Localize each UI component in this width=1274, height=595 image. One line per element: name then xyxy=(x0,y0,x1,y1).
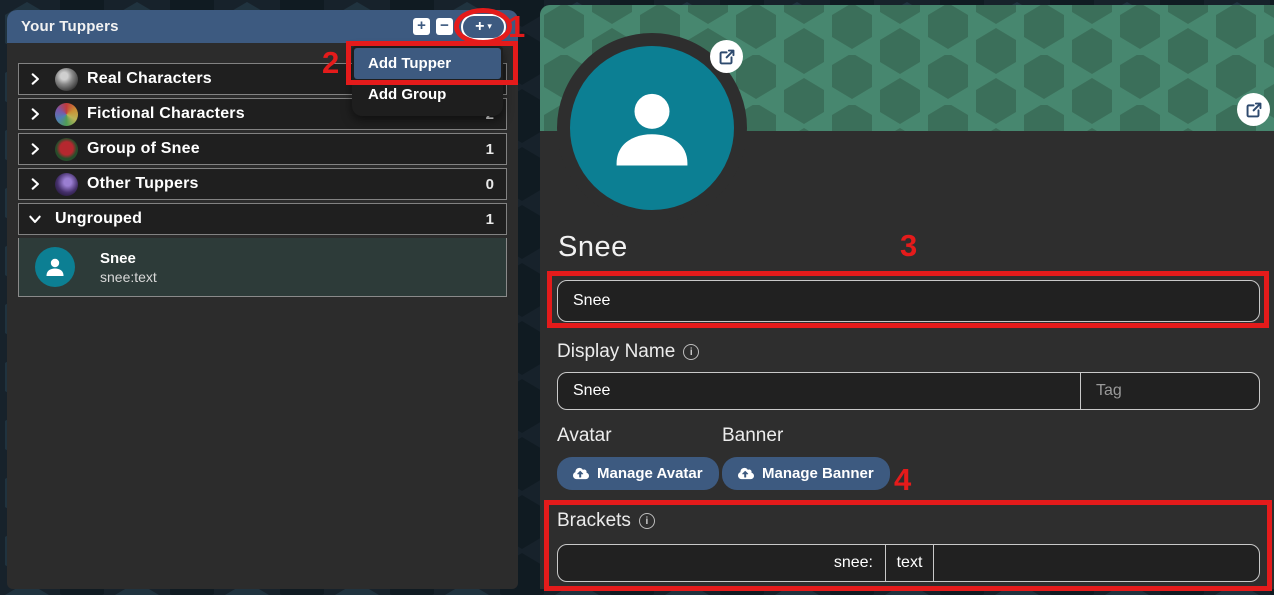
bracket-prefix-cell xyxy=(558,545,885,581)
add-dropdown-menu: Add Tupper Add Group xyxy=(352,46,503,116)
tupper-name-input[interactable] xyxy=(558,281,1259,321)
brackets-field-group: text xyxy=(557,544,1260,582)
external-link-icon xyxy=(718,48,736,66)
panel-title: Your Tuppers xyxy=(21,18,407,35)
menu-item-add-tupper[interactable]: Add Tupper xyxy=(354,48,501,79)
display-name-input[interactable] xyxy=(558,373,1080,409)
person-icon xyxy=(602,78,702,178)
group-name: Ungrouped xyxy=(55,210,486,228)
group-name: Other Tuppers xyxy=(87,175,486,193)
cloud-upload-icon xyxy=(573,467,589,480)
group-count: 0 xyxy=(486,176,494,193)
manage-banner-label: Manage Banner xyxy=(762,465,874,482)
tag-input[interactable] xyxy=(1081,373,1259,409)
brackets-label-row: Brackets i xyxy=(557,510,655,532)
bracket-text-token: text xyxy=(885,545,934,581)
profile-title: Snee xyxy=(558,231,628,264)
group-avatar-image xyxy=(55,68,78,91)
manage-avatar-label: Manage Avatar xyxy=(597,465,703,482)
display-name-cell xyxy=(558,373,1081,409)
group-row-other-tuppers[interactable]: Other Tuppers 0 xyxy=(18,168,507,200)
banner-label: Banner xyxy=(722,425,783,447)
tupper-list-header: Your Tuppers + − + ▾ xyxy=(7,10,518,43)
group-row-group-of-snee[interactable]: Group of Snee 1 xyxy=(18,133,507,165)
group-count: 1 xyxy=(486,211,494,228)
bracket-suffix-input[interactable] xyxy=(934,545,1259,581)
bracket-prefix-input[interactable] xyxy=(558,545,885,581)
tupper-avatar xyxy=(35,247,75,287)
brackets-label: Brackets xyxy=(557,510,631,532)
info-icon[interactable]: i xyxy=(639,513,655,529)
plus-icon: + xyxy=(475,19,484,35)
tupper-list-item-snee[interactable]: Snee snee:text xyxy=(18,238,507,297)
display-name-label: Display Name xyxy=(557,341,675,363)
chevron-right-icon xyxy=(28,142,43,157)
external-link-icon xyxy=(1245,101,1263,119)
info-icon[interactable]: i xyxy=(683,344,699,360)
group-count: 1 xyxy=(486,141,494,158)
edit-avatar-button[interactable] xyxy=(710,40,743,73)
tag-cell xyxy=(1081,373,1259,409)
manage-banner-button[interactable]: Manage Banner xyxy=(722,457,890,490)
chevron-right-icon xyxy=(28,107,43,122)
chevron-down-icon xyxy=(28,212,43,227)
person-icon xyxy=(43,255,67,279)
edit-banner-button[interactable] xyxy=(1237,93,1270,126)
collapse-all-icon[interactable]: − xyxy=(436,18,453,35)
avatar-label: Avatar xyxy=(557,425,612,447)
expand-all-icon[interactable]: + xyxy=(413,18,430,35)
group-row-ungrouped[interactable]: Ungrouped 1 xyxy=(18,203,507,235)
group-avatar-image xyxy=(55,173,78,196)
caret-down-icon: ▾ xyxy=(487,22,492,31)
manage-avatar-button[interactable]: Manage Avatar xyxy=(557,457,719,490)
tupper-name: Snee xyxy=(100,250,157,267)
display-name-label-row: Display Name i xyxy=(557,341,699,363)
menu-item-add-group[interactable]: Add Group xyxy=(354,79,501,110)
display-name-field-group xyxy=(557,372,1260,410)
tupper-profile-panel: Snee Display Name i Avatar Banner Manage… xyxy=(540,5,1274,589)
tupper-name-field xyxy=(557,280,1260,322)
chevron-right-icon xyxy=(28,177,43,192)
group-avatar-image xyxy=(55,103,78,126)
group-avatar-image xyxy=(55,138,78,161)
cloud-upload-icon xyxy=(738,467,754,480)
add-dropdown-button[interactable]: + ▾ xyxy=(461,14,506,40)
tupper-item-text: Snee snee:text xyxy=(100,250,157,285)
chevron-right-icon xyxy=(28,72,43,87)
tupper-brackets: snee:text xyxy=(100,269,157,285)
group-name: Group of Snee xyxy=(87,140,486,158)
bracket-suffix-cell xyxy=(934,545,1259,581)
